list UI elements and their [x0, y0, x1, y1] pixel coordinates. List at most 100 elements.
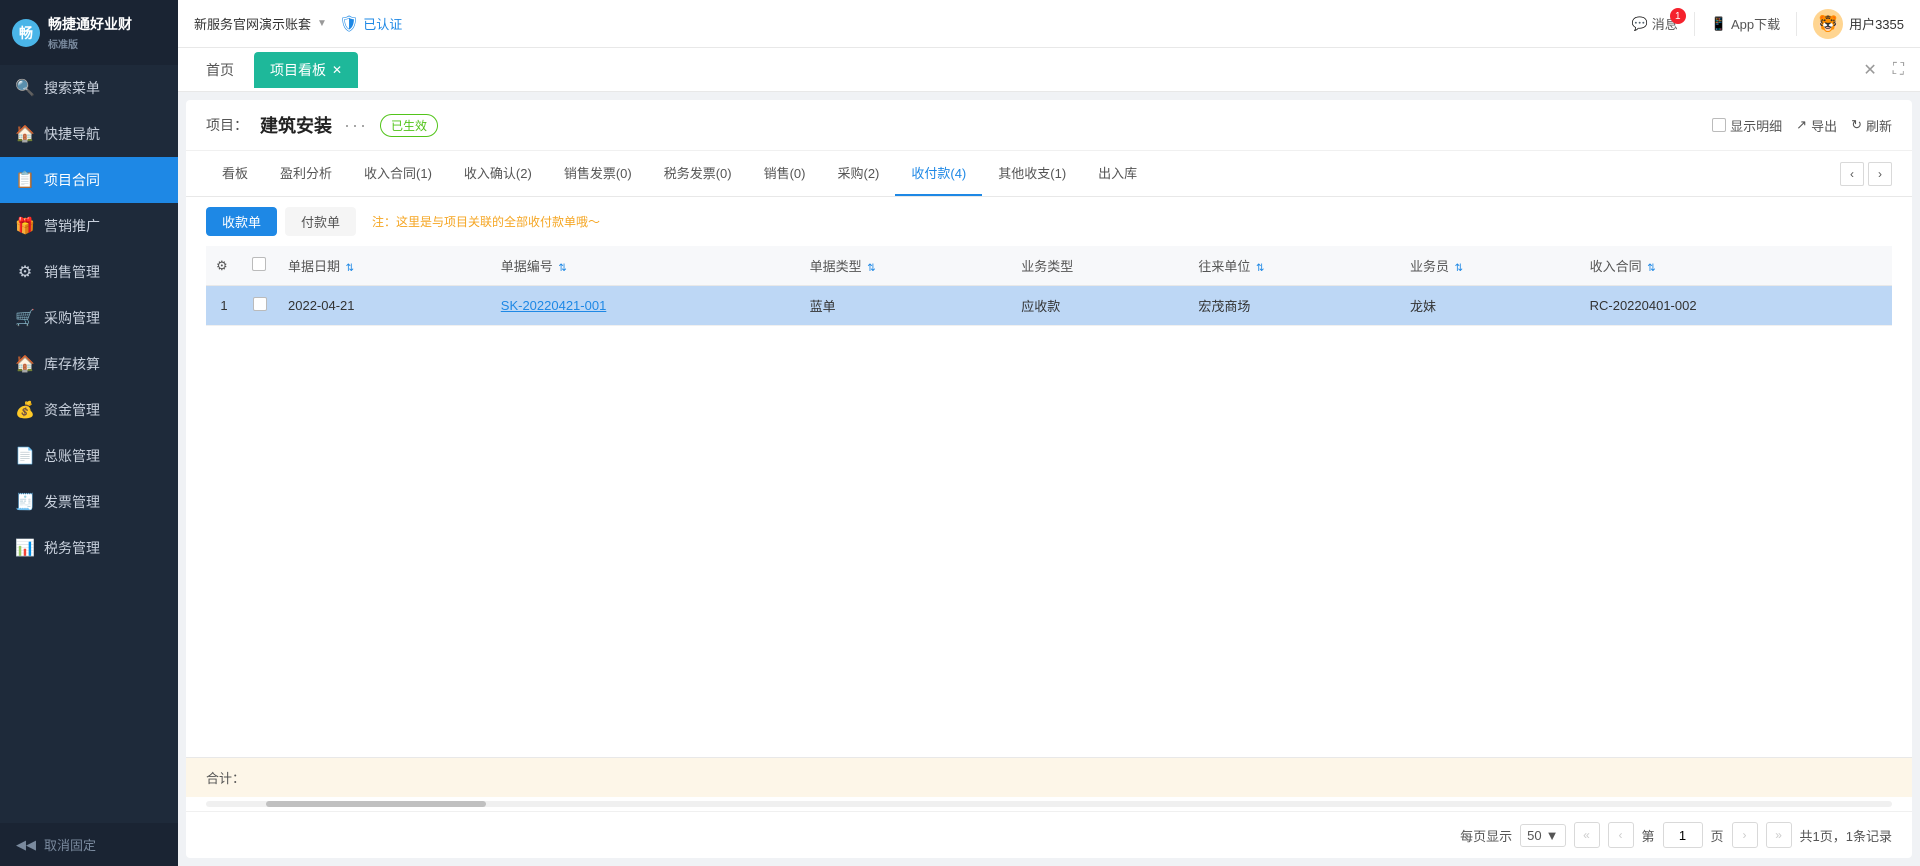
- subtab-income-contract[interactable]: 收入合同(1): [348, 151, 448, 196]
- th-partner[interactable]: 往来单位 ⇅: [1188, 246, 1400, 286]
- sidebar-item-tax[interactable]: 📊 税务管理: [0, 525, 178, 571]
- sidebar-item-search[interactable]: 🔍 搜索菜单: [0, 65, 178, 111]
- subtab-tax-invoice[interactable]: 税务发票(0): [648, 151, 748, 196]
- subtab-purchase[interactable]: 采购(2): [821, 151, 895, 196]
- th-number-label: 单据编号: [501, 259, 553, 274]
- sidebar-item-purchase[interactable]: 🛒 采购管理: [0, 295, 178, 341]
- sidebar-item-label-ledger: 总账管理: [44, 446, 100, 466]
- scrollbar-thumb[interactable]: [266, 801, 486, 807]
- sidebar-item-label-finance: 资金管理: [44, 400, 100, 420]
- subtab-income-confirm[interactable]: 收入确认(2): [448, 151, 548, 196]
- th-doc-type[interactable]: 单据类型 ⇅: [800, 246, 1012, 286]
- app-logo: 畅: [12, 19, 40, 47]
- th-number[interactable]: 单据编号 ⇅: [491, 246, 800, 286]
- app-download-button[interactable]: 📱 App下载: [1711, 14, 1780, 33]
- sidebar-item-label-tax: 税务管理: [44, 538, 100, 558]
- total-count-label: 共1页，1条记录: [1800, 826, 1892, 845]
- refresh-button[interactable]: ↻ 刷新: [1851, 116, 1892, 135]
- th-salesperson-sort-icon: ⇅: [1455, 263, 1463, 274]
- subtab-other-income[interactable]: 其他收支(1): [982, 151, 1082, 196]
- close-window-button[interactable]: ✕: [1859, 58, 1880, 82]
- page-number-input[interactable]: [1663, 822, 1703, 848]
- sidebar-item-marketing[interactable]: 🎁 营销推广: [0, 203, 178, 249]
- sidebar: 畅 畅捷通好业财 标准版 🔍 搜索菜单 🏠 快捷导航 📋 项目合同 🎁 营销推广…: [0, 0, 178, 866]
- sidebar-item-inventory[interactable]: 🏠 库存核算: [0, 341, 178, 387]
- th-salesperson-label: 业务员: [1410, 259, 1449, 274]
- th-checkbox[interactable]: [242, 246, 278, 286]
- td-doc-type: 蓝单: [800, 286, 1012, 326]
- unpin-icon: ◀◀: [16, 837, 36, 853]
- sidebar-nav: 🔍 搜索菜单 🏠 快捷导航 📋 项目合同 🎁 营销推广 ⚙ 销售管理 🛒 采购管…: [0, 65, 178, 823]
- doc-number-link[interactable]: SK-20220421-001: [501, 298, 607, 313]
- app-version: 标准版: [48, 36, 132, 51]
- sidebar-item-finance[interactable]: 💰 资金管理: [0, 387, 178, 433]
- prev-page-icon: ‹: [1619, 828, 1623, 842]
- subtab-prev-button[interactable]: ‹: [1840, 162, 1864, 186]
- divider: [1694, 12, 1695, 36]
- th-income-contract[interactable]: 收入合同 ⇅: [1580, 246, 1892, 286]
- account-selector[interactable]: 新服务官网演示账套 ▼: [194, 14, 327, 33]
- tab-close-icon[interactable]: ✕: [332, 64, 342, 76]
- sidebar-unpin[interactable]: ◀◀ 取消固定: [0, 823, 178, 866]
- row-checkbox[interactable]: [253, 297, 267, 311]
- app-title: 畅捷通好业财: [48, 14, 132, 34]
- viewtab-receipt[interactable]: 收款单: [206, 207, 277, 236]
- first-page-button[interactable]: «: [1574, 822, 1600, 848]
- user-menu[interactable]: 🐯 用户3355: [1813, 9, 1904, 39]
- maximize-window-button[interactable]: ⛶: [1889, 59, 1908, 81]
- topbar: 新服务官网演示账套 ▼ 🛡 已认证 💬 消息 1 📱 App下载 🐯 用户335…: [178, 0, 1920, 48]
- th-settings[interactable]: ⚙: [206, 246, 242, 286]
- show-detail-action[interactable]: 显示明细: [1712, 116, 1782, 135]
- sidebar-item-shortcut[interactable]: 🏠 快捷导航: [0, 111, 178, 157]
- sidebar-item-invoice[interactable]: 🧾 发票管理: [0, 479, 178, 525]
- sidebar-item-label-project: 项目合同: [44, 170, 100, 190]
- td-date: 2022-04-21: [278, 286, 491, 326]
- subtab-next-button[interactable]: ›: [1868, 162, 1892, 186]
- tab-home[interactable]: 首页: [190, 52, 250, 88]
- table-row[interactable]: 1 2022-04-21 SK-20220421-001 蓝单 应收款 宏茂商场…: [206, 286, 1892, 326]
- user-label: 用户3355: [1849, 14, 1904, 33]
- per-page-arrow: ▼: [1546, 828, 1559, 843]
- viewtabs: 收款单 付款单 注：这里是与项目关联的全部收付款单哦～: [186, 197, 1912, 246]
- first-page-icon: «: [1583, 828, 1590, 842]
- tab-project-board[interactable]: 项目看板 ✕: [254, 52, 358, 88]
- message-button[interactable]: 💬 消息 1: [1632, 14, 1678, 33]
- tab-home-label: 首页: [206, 60, 234, 80]
- sidebar-header: 畅 畅捷通好业财 标准版: [0, 0, 178, 65]
- account-name: 新服务官网演示账套: [194, 14, 311, 33]
- td-partner: 宏茂商场: [1188, 286, 1400, 326]
- per-page-select[interactable]: 50 ▼: [1520, 824, 1565, 847]
- show-detail-checkbox[interactable]: [1712, 118, 1726, 132]
- message-badge: 1: [1670, 8, 1686, 24]
- sidebar-item-label-purchase: 采购管理: [44, 308, 100, 328]
- export-button[interactable]: ↗ 导出: [1796, 116, 1837, 135]
- next-page-button[interactable]: ›: [1732, 822, 1758, 848]
- sidebar-item-sales[interactable]: ⚙ 销售管理: [0, 249, 178, 295]
- last-page-button[interactable]: »: [1766, 822, 1792, 848]
- subtab-sales-invoice[interactable]: 销售发票(0): [548, 151, 648, 196]
- subtab-nav: ‹ ›: [1840, 162, 1892, 186]
- sidebar-item-project[interactable]: 📋 项目合同: [0, 157, 178, 203]
- message-icon: 💬: [1632, 16, 1648, 32]
- sidebar-item-ledger[interactable]: 📄 总账管理: [0, 433, 178, 479]
- subtab-profit[interactable]: 盈利分析: [264, 151, 348, 196]
- th-salesperson[interactable]: 业务员 ⇅: [1400, 246, 1580, 286]
- th-date[interactable]: 单据日期 ⇅: [278, 246, 491, 286]
- subtab-sales[interactable]: 销售(0): [748, 151, 822, 196]
- finance-icon: 💰: [16, 401, 34, 419]
- last-page-icon: »: [1775, 828, 1782, 842]
- subtab-receipt[interactable]: 收付款(4): [895, 151, 982, 196]
- subtab-stock[interactable]: 出入库: [1082, 151, 1153, 196]
- td-income-contract: RC-20220401-002: [1580, 286, 1892, 326]
- prev-page-button[interactable]: ‹: [1608, 822, 1634, 848]
- sidebar-item-label-search: 搜索菜单: [44, 78, 100, 98]
- viewtab-payment[interactable]: 付款单: [285, 207, 356, 236]
- th-biz-type: 业务类型: [1011, 246, 1188, 286]
- select-all-checkbox[interactable]: [252, 257, 266, 271]
- project-more-button[interactable]: ···: [344, 115, 368, 136]
- certified-badge: 🛡 已认证: [339, 14, 402, 34]
- subtab-kanban[interactable]: 看板: [206, 151, 264, 196]
- td-checkbox[interactable]: [242, 286, 278, 326]
- sidebar-footer-label: 取消固定: [44, 835, 96, 854]
- inventory-icon: 🏠: [16, 355, 34, 373]
